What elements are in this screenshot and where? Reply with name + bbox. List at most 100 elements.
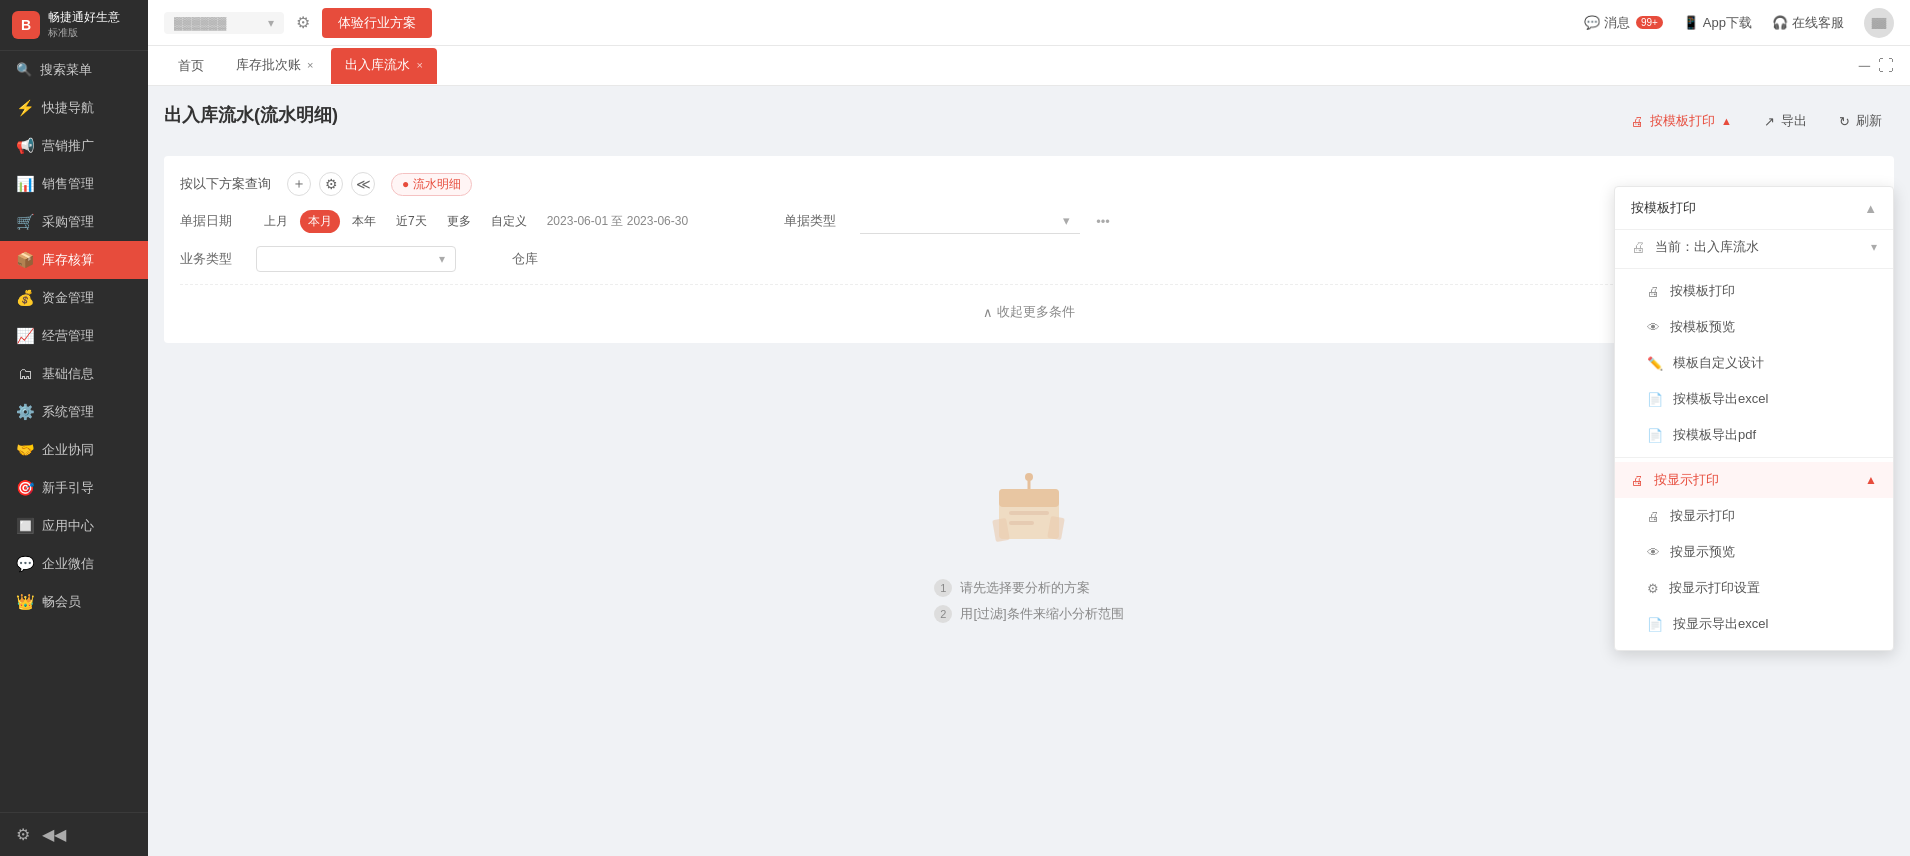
export-btn[interactable]: ↗ 导出 bbox=[1752, 106, 1819, 136]
refresh-btn[interactable]: ↻ 刷新 bbox=[1827, 106, 1894, 136]
date-this-month[interactable]: 本月 bbox=[300, 210, 340, 233]
gear-icon[interactable]: ⚙ bbox=[296, 13, 310, 32]
sidebar-item-sales[interactable]: 📊 销售管理 bbox=[0, 165, 148, 203]
industry-btn[interactable]: 体验行业方案 bbox=[322, 8, 432, 38]
date-custom[interactable]: 自定义 bbox=[483, 210, 535, 233]
dropdown-current-item[interactable]: 🖨 当前：出入库流水 ▾ bbox=[1615, 230, 1893, 264]
settings-icon[interactable]: ⚙ bbox=[16, 825, 30, 844]
add-filter-btn[interactable]: ＋ bbox=[287, 172, 311, 196]
sidebar-item-label: 基础信息 bbox=[42, 365, 94, 383]
display-print-label: 按显示打印 bbox=[1670, 507, 1735, 525]
filter-actions: ＋ ⚙ ≪ bbox=[287, 172, 375, 196]
dropdown-display-pdf[interactable]: 📄 按显示导出pdf bbox=[1615, 642, 1893, 650]
svg-point-3 bbox=[1025, 473, 1033, 481]
message-label: 消息 bbox=[1604, 14, 1630, 32]
marketing-icon: 📢 bbox=[16, 137, 34, 155]
sidebar-item-wechat[interactable]: 💬 企业微信 bbox=[0, 545, 148, 583]
sidebar-item-label: 应用中心 bbox=[42, 517, 94, 535]
tab-batch-close-icon[interactable]: × bbox=[307, 59, 313, 71]
online-service-action[interactable]: 🎧 在线客服 bbox=[1772, 14, 1844, 32]
tabbar: 首页 库存批次账 × 出入库流水 × ─ ⛶ bbox=[148, 46, 1910, 86]
sidebar-item-label: 新手引导 bbox=[42, 479, 94, 497]
logo-icon: B bbox=[12, 11, 40, 39]
empty-steps: 1 请先选择要分析的方案 2 用[过滤]条件来缩小分析范围 bbox=[934, 579, 1123, 631]
sidebar-item-enterprise[interactable]: 🤝 企业协同 bbox=[0, 431, 148, 469]
collapse-conditions-btn[interactable]: ∧ 收起更多条件 bbox=[967, 297, 1091, 327]
warehouse-label: 仓库 bbox=[512, 250, 572, 268]
filter-title: 按以下方案查询 bbox=[180, 175, 271, 193]
topbar-actions: 💬 消息 99+ 📱 App下载 🎧 在线客服 ▓▓ bbox=[1584, 8, 1894, 38]
user-avatar[interactable]: ▓▓ bbox=[1864, 8, 1894, 38]
svg-rect-4 bbox=[1009, 511, 1049, 515]
tab-batch-account[interactable]: 库存批次账 × bbox=[222, 48, 327, 84]
business-type-select[interactable]: ▾ bbox=[256, 246, 456, 272]
date-more[interactable]: 更多 bbox=[439, 210, 479, 233]
sidebar-nav: ⚡ 快捷导航 📢 营销推广 📊 销售管理 🛒 采购管理 📦 库存核算 💰 资金管… bbox=[0, 89, 148, 812]
doc-type-more-icon[interactable]: ••• bbox=[1096, 214, 1110, 229]
app-download-action[interactable]: 📱 App下载 bbox=[1683, 14, 1752, 32]
system-icon: ⚙️ bbox=[16, 403, 34, 421]
template-print-btn[interactable]: 🖨 按模板打印 ▲ bbox=[1619, 106, 1744, 136]
finance-icon: 💰 bbox=[16, 289, 34, 307]
refresh-label: 刷新 bbox=[1856, 112, 1882, 130]
wechat-icon: 💬 bbox=[16, 555, 34, 573]
sidebar-item-operations[interactable]: 📈 经营管理 bbox=[0, 317, 148, 355]
sidebar-item-quick-nav[interactable]: ⚡ 快捷导航 bbox=[0, 89, 148, 127]
step-1-text: 请先选择要分析的方案 bbox=[960, 579, 1090, 597]
date-range-value: 2023-06-01 至 2023-06-30 bbox=[547, 213, 688, 230]
date-this-year[interactable]: 本年 bbox=[344, 210, 384, 233]
dropdown-display-preview[interactable]: 👁 按显示预览 bbox=[1615, 534, 1893, 570]
doc-type-arrow-icon: ▾ bbox=[1063, 213, 1070, 228]
dropdown-display-excel[interactable]: 📄 按显示导出excel bbox=[1615, 606, 1893, 642]
inventory-icon: 📦 bbox=[16, 251, 34, 269]
settings-filter-btn[interactable]: ⚙ bbox=[319, 172, 343, 196]
sidebar-item-purchase[interactable]: 🛒 采购管理 bbox=[0, 203, 148, 241]
sidebar-item-label: 营销推广 bbox=[42, 137, 94, 155]
dropdown-display-group-header[interactable]: 🖨 按显示打印 ▲ bbox=[1615, 462, 1893, 498]
sidebar-search-label: 搜索菜单 bbox=[40, 61, 92, 79]
dropdown-close-icon[interactable]: ▲ bbox=[1864, 201, 1877, 216]
doc-type-select[interactable]: ▾ bbox=[860, 208, 1080, 234]
display-print-icon: 🖨 bbox=[1647, 509, 1660, 524]
tab-home[interactable]: 首页 bbox=[164, 49, 218, 83]
doc-type-label: 单据类型 bbox=[784, 212, 844, 230]
sidebar-item-guide[interactable]: 🎯 新手引导 bbox=[0, 469, 148, 507]
filter-chip-flow[interactable]: ● 流水明细 bbox=[391, 173, 472, 196]
date-filter: 上月 本月 本年 近7天 更多 自定义 2023-06-01 至 2023-06… bbox=[256, 210, 688, 233]
date-last-month[interactable]: 上月 bbox=[256, 210, 296, 233]
collapse-sidebar-icon[interactable]: ◀◀ bbox=[42, 825, 66, 844]
tab-maximize-icon[interactable]: ⛶ bbox=[1878, 57, 1894, 75]
dropdown-display-settings[interactable]: ⚙ 按显示打印设置 bbox=[1615, 570, 1893, 606]
step-1-number: 1 bbox=[934, 579, 952, 597]
message-icon: 💬 bbox=[1584, 15, 1600, 30]
sidebar-search[interactable]: 🔍 搜索菜单 bbox=[0, 51, 148, 89]
empty-step-1: 1 请先选择要分析的方案 bbox=[934, 579, 1123, 597]
app-name: 畅捷通好生意 bbox=[48, 10, 120, 26]
sidebar-item-finance[interactable]: 💰 资金管理 bbox=[0, 279, 148, 317]
dropdown-template-print[interactable]: 🖨 按模板打印 bbox=[1615, 273, 1893, 309]
dropdown-template-custom[interactable]: ✏️ 模板自定义设计 bbox=[1615, 345, 1893, 381]
dropdown-display-print[interactable]: 🖨 按显示打印 bbox=[1615, 498, 1893, 534]
collapse-filter-btn[interactable]: ≪ bbox=[351, 172, 375, 196]
dropdown-template-preview[interactable]: 👁 按模板预览 bbox=[1615, 309, 1893, 345]
empty-step-2: 2 用[过滤]条件来缩小分析范围 bbox=[934, 605, 1123, 623]
sidebar-item-basic-info[interactable]: 🗂 基础信息 bbox=[0, 355, 148, 393]
template-pdf-icon: 📄 bbox=[1647, 428, 1663, 443]
sidebar-item-label: 采购管理 bbox=[42, 213, 94, 231]
topbar: ▓▓▓▓▓▓ ▾ ⚙ 体验行业方案 💬 消息 99+ 📱 App下载 🎧 在线客… bbox=[148, 0, 1910, 46]
user-selector[interactable]: ▓▓▓▓▓▓ ▾ bbox=[164, 12, 284, 34]
sidebar-item-app-center[interactable]: 🔲 应用中心 bbox=[0, 507, 148, 545]
sidebar-item-marketing[interactable]: 📢 营销推广 bbox=[0, 127, 148, 165]
sidebar-item-system[interactable]: ⚙️ 系统管理 bbox=[0, 393, 148, 431]
tab-minimize-icon[interactable]: ─ bbox=[1859, 57, 1870, 75]
dropdown-template-excel[interactable]: 📄 按模板导出excel bbox=[1615, 381, 1893, 417]
current-item-arrow: ▾ bbox=[1871, 240, 1877, 254]
message-badge: 99+ bbox=[1636, 16, 1663, 29]
tab-flow[interactable]: 出入库流水 × bbox=[331, 48, 436, 84]
date-last-7-days[interactable]: 近7天 bbox=[388, 210, 435, 233]
message-action[interactable]: 💬 消息 99+ bbox=[1584, 14, 1663, 32]
tab-flow-close-icon[interactable]: × bbox=[416, 59, 422, 71]
sidebar-item-member[interactable]: 👑 畅会员 bbox=[0, 583, 148, 621]
sidebar-item-inventory[interactable]: 📦 库存核算 bbox=[0, 241, 148, 279]
dropdown-template-pdf[interactable]: 📄 按模板导出pdf bbox=[1615, 417, 1893, 453]
